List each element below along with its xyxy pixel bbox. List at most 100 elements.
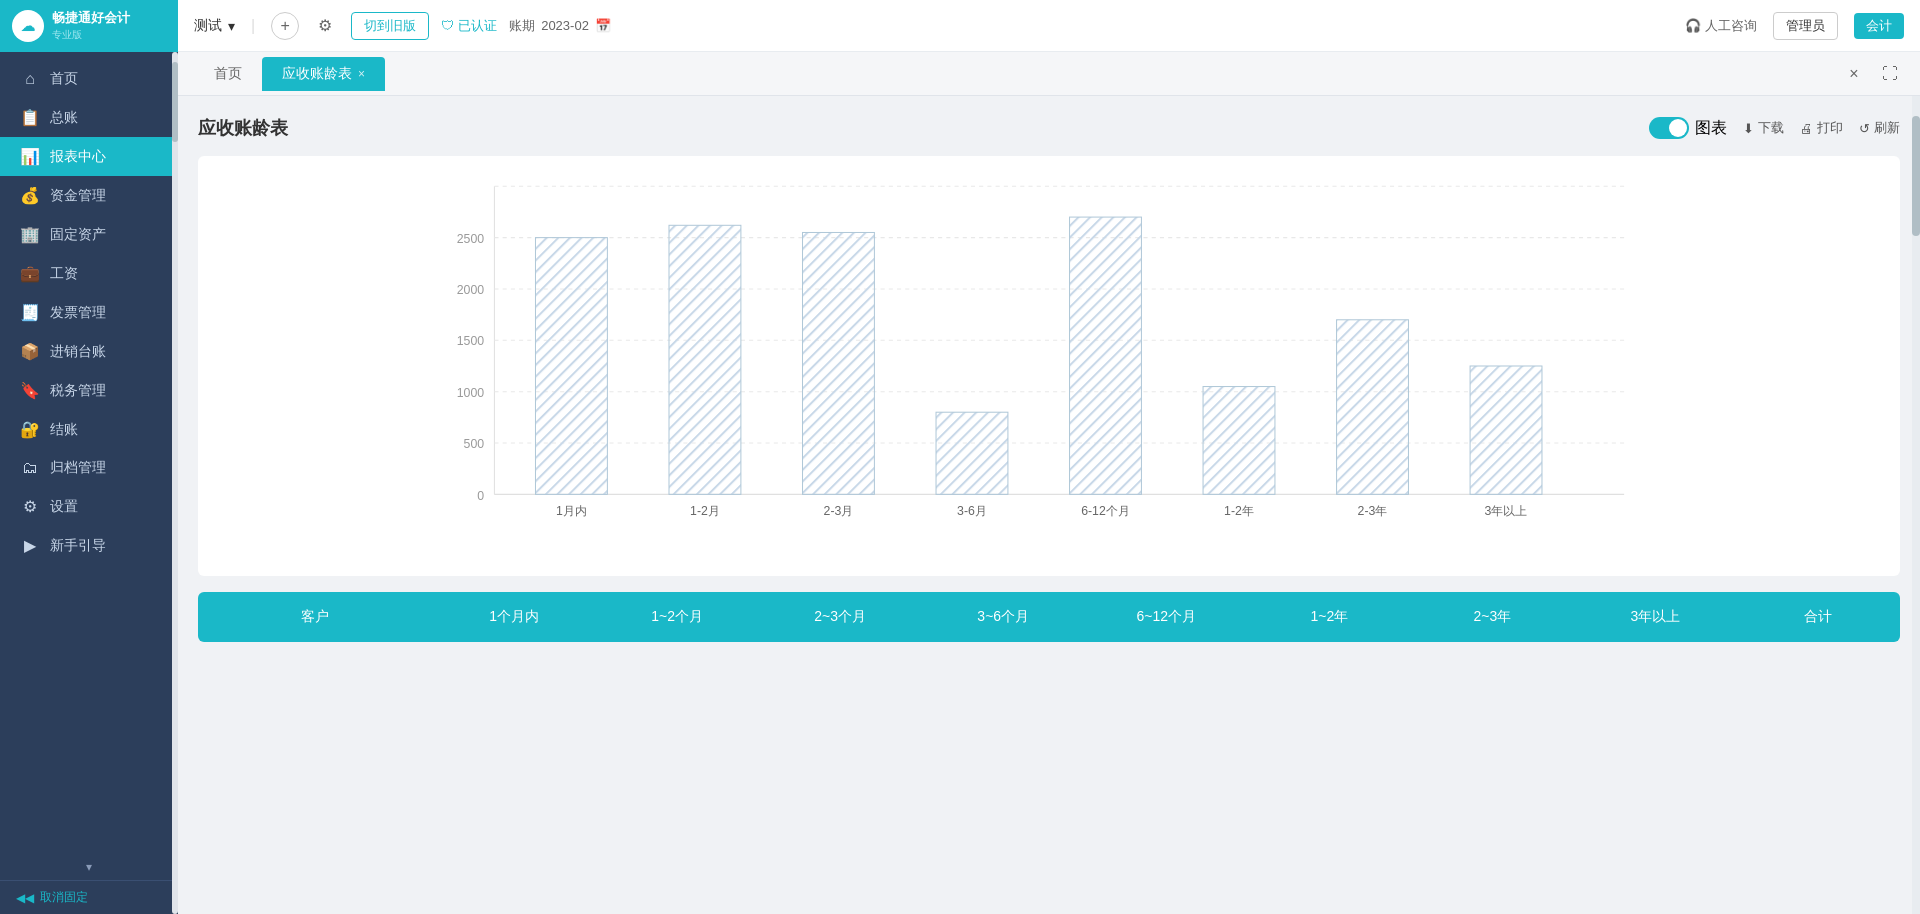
sidebar-nav: ⌂ 首页 📋 总账 📊 报表中心 💰 资金管理 🏢 固定资产 💼 工资 🧾 发票… (0, 52, 178, 854)
manager-button[interactable]: 管理员 (1773, 12, 1838, 40)
svg-text:1500: 1500 (457, 334, 485, 348)
tab-home-label: 首页 (214, 65, 242, 83)
consult-label: 人工咨询 (1705, 17, 1757, 35)
tab-home[interactable]: 首页 (194, 57, 262, 91)
chevron-down-icon: ▾ (228, 18, 235, 34)
svg-text:2-3月: 2-3月 (824, 504, 854, 518)
svg-text:1000: 1000 (457, 386, 485, 400)
bar-chart: 0 500 1000 1500 2000 2500 1月内 1-2月 (228, 176, 1870, 556)
project-selector[interactable]: 测试 ▾ (194, 17, 235, 35)
table-header: 客户1个月内1~2个月2~3个月3~6个月6~12个月1~2年2~3年3年以上合… (198, 592, 1900, 642)
sidebar-item-reports[interactable]: 📊 报表中心 (0, 137, 178, 176)
nav-icon-funds: 💰 (20, 186, 40, 205)
chart-container: 0 500 1000 1500 2000 2500 1月内 1-2月 (198, 156, 1900, 576)
tabs-bar: 首页 应收账龄表 × × ⛶ (178, 52, 1920, 96)
calendar-icon[interactable]: 📅 (595, 18, 611, 33)
sidebar-item-newguide[interactable]: ▶ 新手引导 (0, 526, 178, 565)
svg-text:1-2年: 1-2年 (1224, 504, 1254, 518)
table-header-cell-6: 1~2年 (1248, 592, 1411, 642)
bar-1month (535, 238, 607, 495)
nav-label-archive: 归档管理 (50, 459, 106, 477)
page-header: 应收账龄表 图表 ⬇ 下载 🖨 打印 ↺ 刷新 (198, 116, 1900, 140)
refresh-icon: ↺ (1859, 121, 1870, 136)
download-label: 下载 (1758, 119, 1784, 137)
tab-close-icon[interactable]: × (358, 67, 365, 81)
nav-label-reports: 报表中心 (50, 148, 106, 166)
nav-icon-assets: 🏢 (20, 225, 40, 244)
sidebar-item-close[interactable]: 🔐 结账 (0, 410, 178, 449)
logo-name: 畅捷通好会计 (52, 10, 130, 27)
nav-icon-ledger: 📋 (20, 108, 40, 127)
sidebar-item-archive[interactable]: 🗂 归档管理 (0, 449, 178, 487)
table-header-cell-3: 2~3个月 (759, 592, 922, 642)
role-button[interactable]: 会计 (1854, 13, 1904, 39)
nav-icon-payroll: 💼 (20, 264, 40, 283)
sidebar-item-payroll[interactable]: 💼 工资 (0, 254, 178, 293)
download-button[interactable]: ⬇ 下载 (1743, 119, 1784, 137)
old-version-button[interactable]: 切到旧版 (351, 12, 429, 40)
sidebar-item-tax[interactable]: 🔖 税务管理 (0, 371, 178, 410)
table-header-cell-5: 6~12个月 (1085, 592, 1248, 642)
svg-text:3-6月: 3-6月 (957, 504, 987, 518)
print-label: 打印 (1817, 119, 1843, 137)
sidebar-item-invoice[interactable]: 🧾 发票管理 (0, 293, 178, 332)
content-scrollbar-thumb (1912, 116, 1920, 236)
refresh-button[interactable]: ↺ 刷新 (1859, 119, 1900, 137)
period-label: 账期 (509, 17, 535, 35)
nav-icon-archive: 🗂 (20, 459, 40, 477)
consult-button[interactable]: 🎧 人工咨询 (1685, 17, 1757, 35)
settings-icon[interactable]: ⚙ (311, 12, 339, 40)
topbar-divider: | (251, 17, 255, 35)
table-header-cell-7: 2~3年 (1411, 592, 1574, 642)
svg-text:500: 500 (464, 437, 485, 451)
add-project-button[interactable]: + (271, 12, 299, 40)
toggle-track[interactable] (1649, 117, 1689, 139)
nav-label-funds: 资金管理 (50, 187, 106, 205)
nav-label-tax: 税务管理 (50, 382, 106, 400)
bar-1-2year (1203, 387, 1275, 495)
certified-label: 已认证 (458, 17, 497, 35)
svg-text:0: 0 (477, 489, 484, 503)
nav-icon-tax: 🔖 (20, 381, 40, 400)
bar-2-3year (1337, 320, 1409, 495)
sidebar-item-assets[interactable]: 🏢 固定资产 (0, 215, 178, 254)
nav-label-assets: 固定资产 (50, 226, 106, 244)
table-header-cell-9: 合计 (1737, 592, 1900, 642)
sidebar-footer[interactable]: ◀◀ 取消固定 (0, 880, 178, 914)
table-header-cell-4: 3~6个月 (922, 592, 1085, 642)
print-icon: 🖨 (1800, 121, 1813, 136)
nav-icon-settings: ⚙ (20, 497, 40, 516)
sidebar-logo: ☁ 畅捷通好会计 专业版 (0, 0, 178, 52)
cancel-fixed-label: 取消固定 (40, 889, 88, 906)
topbar: 测试 ▾ | + ⚙ 切到旧版 🛡 已认证 账期 2023-02 📅 🎧 人工咨… (178, 0, 1920, 52)
sidebar-item-funds[interactable]: 💰 资金管理 (0, 176, 178, 215)
sidebar-item-stock[interactable]: 📦 进销台账 (0, 332, 178, 371)
content-scrollbar[interactable] (1912, 96, 1920, 914)
svg-text:2500: 2500 (457, 232, 485, 246)
window-expand-button[interactable]: ⛶ (1876, 60, 1904, 88)
chart-toggle[interactable]: 图表 (1649, 117, 1727, 139)
print-button[interactable]: 🖨 打印 (1800, 119, 1843, 137)
nav-icon-newguide: ▶ (20, 536, 40, 555)
shield-icon: 🛡 (441, 18, 454, 33)
sidebar-item-settings[interactable]: ⚙ 设置 (0, 487, 178, 526)
nav-icon-close: 🔐 (20, 420, 40, 439)
refresh-label: 刷新 (1874, 119, 1900, 137)
tab-ar-aging[interactable]: 应收账龄表 × (262, 57, 385, 91)
svg-text:3年以上: 3年以上 (1485, 504, 1528, 518)
page-title: 应收账龄表 (198, 116, 288, 140)
table-header-cell-0: 客户 (198, 592, 433, 642)
topbar-right: 🎧 人工咨询 管理员 会计 (1685, 12, 1904, 40)
sidebar-item-ledger[interactable]: 📋 总账 (0, 98, 178, 137)
sidebar-scroll-down[interactable]: ▾ (0, 854, 178, 880)
download-icon: ⬇ (1743, 121, 1754, 136)
svg-text:6-12个月: 6-12个月 (1081, 504, 1130, 518)
window-close-button[interactable]: × (1840, 60, 1868, 88)
nav-label-ledger: 总账 (50, 109, 78, 127)
nav-icon-reports: 📊 (20, 147, 40, 166)
table-header-cell-8: 3年以上 (1574, 592, 1737, 642)
sidebar-item-home[interactable]: ⌂ 首页 (0, 60, 178, 98)
svg-text:2-3年: 2-3年 (1358, 504, 1388, 518)
nav-label-settings: 设置 (50, 498, 78, 516)
logo-text-block: 畅捷通好会计 专业版 (52, 10, 130, 43)
